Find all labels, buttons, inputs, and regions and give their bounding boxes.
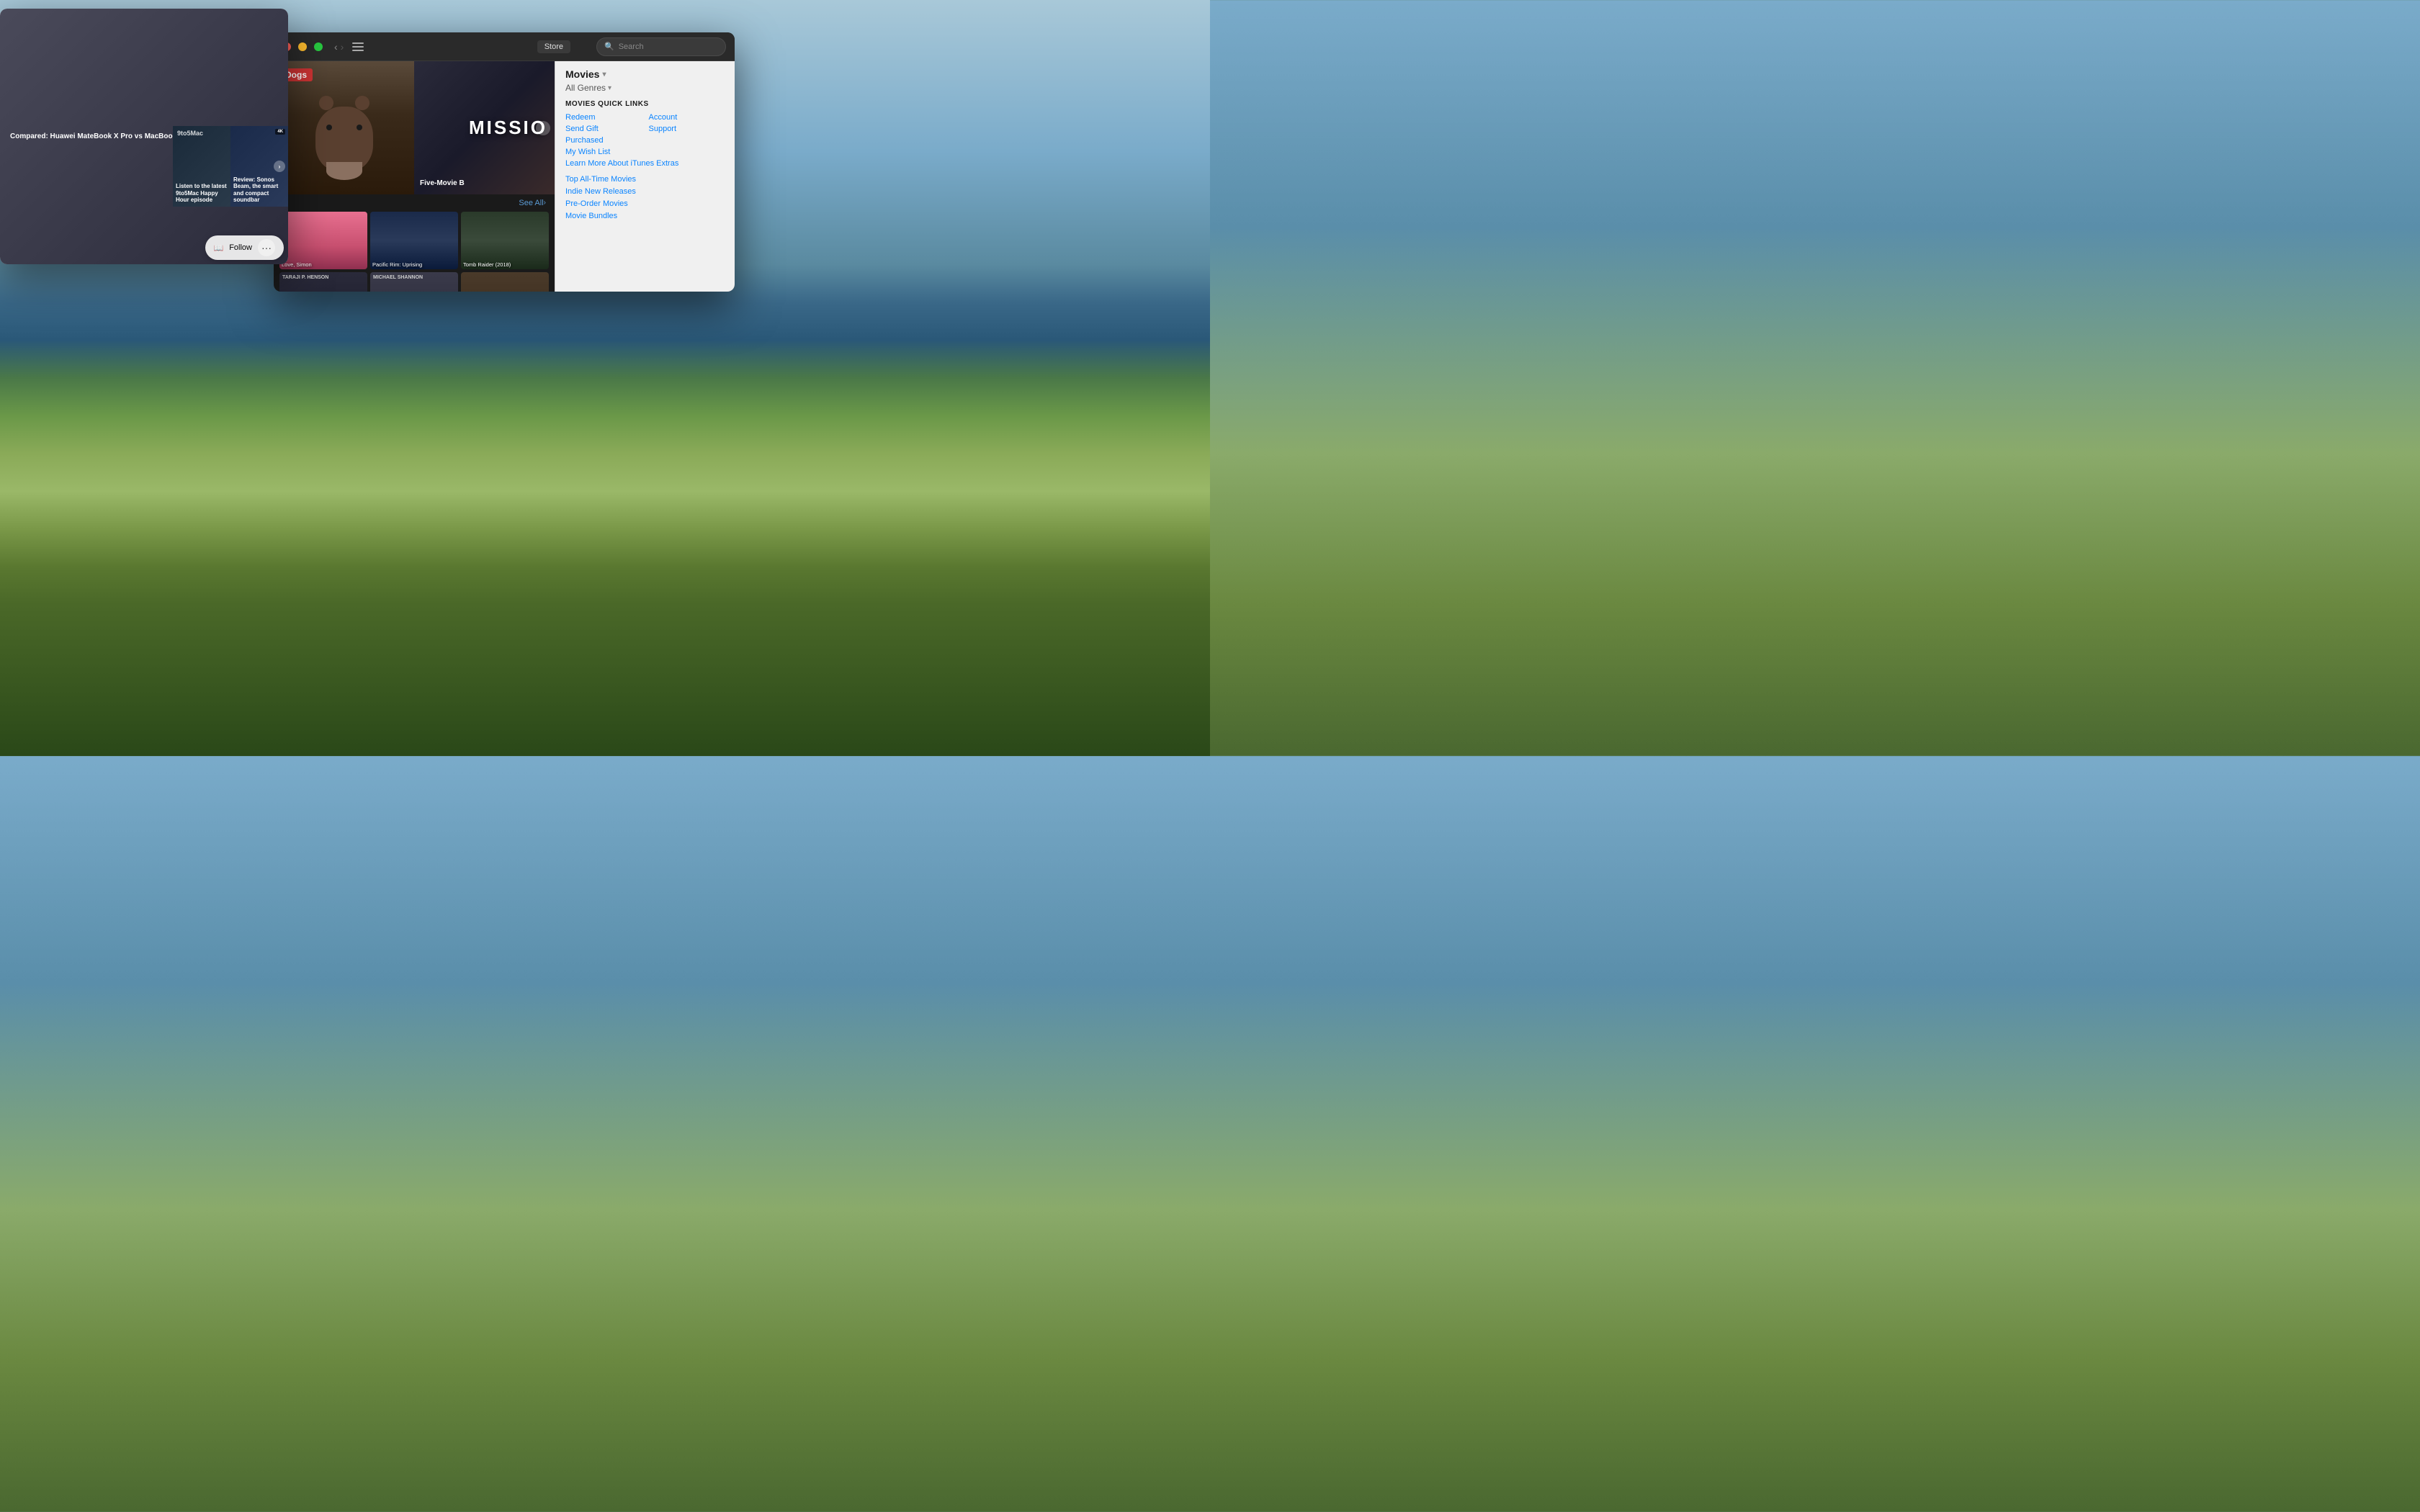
ear-right <box>355 96 369 110</box>
sonos-article: 4K Review: Sonos Beam, the smart and com… <box>230 126 288 207</box>
hamburger-line-1 <box>352 42 364 44</box>
more-links-section: Top All-Time Movies Indie New Releases P… <box>565 174 725 221</box>
purchased-link[interactable]: Purchased <box>565 135 642 145</box>
redeem-link[interactable]: Redeem <box>565 112 642 122</box>
hero-section: Apple rebuilding Maps in massive overhau… <box>0 126 288 207</box>
4k-badge: 4K <box>275 129 285 135</box>
itunes-main-area: Dogs <box>274 61 555 292</box>
quick-links-title: MOVIES QUICK LINKS <box>565 100 725 108</box>
more-options-button[interactable]: ··· <box>258 239 275 256</box>
woman-walks-poster[interactable]: MICHAEL SHANNON Woman Walks Ahead <box>370 272 458 292</box>
pacific-rim-label: Pacific Rim: Uprising <box>372 261 456 268</box>
browser-window-9to5mac: ‹ › 🔒 9to5mac.com ↺ ⬆ ⓘ 293 + ✏️ ⊞ ◈ ⊡ M… <box>0 9 288 264</box>
indie-new-releases-link[interactable]: Indie New Releases <box>565 186 725 197</box>
eye-left <box>326 125 332 130</box>
hamburger-menu-icon[interactable] <box>349 40 367 54</box>
see-all-link[interactable]: See All <box>519 199 543 207</box>
browser-content: 9TO5 Mac ▾ ▶ f 𝕏 ⊡ ◈ ⋯ 💬 $ 🔧 🔍 Guides ▾ … <box>0 71 288 233</box>
tomb-raider-label: Tomb Raider (2018) <box>463 261 547 268</box>
happy-hour-text: Listen to the latest 9to5Mac Happy Hour … <box>176 183 228 204</box>
support-link[interactable]: Support <box>649 124 725 134</box>
movie-bundles-link[interactable]: Movie Bundles <box>565 211 725 221</box>
movies-label: Movies <box>565 68 599 80</box>
my-wish-list-link[interactable]: My Wish List <box>565 147 725 157</box>
itunes-traffic-lights <box>282 42 323 51</box>
banner-next-arrow[interactable]: › <box>536 121 550 135</box>
itunes-maximize-button[interactable] <box>314 42 323 51</box>
woman-bg: MICHAEL SHANNON <box>370 272 458 292</box>
next-arrow[interactable]: › <box>274 161 285 172</box>
search-icon-itunes: 🔍 <box>604 42 614 51</box>
itunes-forward-button[interactable]: › <box>341 41 344 53</box>
bear-head <box>315 107 373 171</box>
happy-hour-article: 9to5Mac Listen to the latest 9to5Mac Hap… <box>173 126 230 207</box>
woman-text: MICHAEL SHANNON <box>370 272 458 284</box>
dogs-movie-poster: Dogs <box>274 61 414 194</box>
store-button[interactable]: Store <box>537 40 570 53</box>
extra-movie-poster[interactable] <box>461 272 549 292</box>
pacific-rim-poster[interactable]: Pacific Rim: Uprising <box>370 212 458 269</box>
itunes-back-button[interactable]: ‹ <box>334 41 338 53</box>
hidden-text: TARAJI P. HENSON <box>279 272 367 284</box>
five-movie-label: Five-Movie B <box>420 179 465 187</box>
itunes-search-bar[interactable]: 🔍 Search <box>596 37 726 56</box>
love-simon-bg <box>279 212 367 269</box>
follow-bar: 📖 Follow ··· <box>205 235 284 260</box>
tomb-raider-poster[interactable]: Tomb Raider (2018) <box>461 212 549 269</box>
love-simon-label: Love, Simon <box>282 261 365 268</box>
all-genres-dropdown[interactable]: All Genres ▾ <box>565 83 725 93</box>
hero-right: Compared: Huawei MateBook X Pro vs MacBo… <box>173 126 288 207</box>
itunes-nav-buttons: ‹ › <box>334 41 344 53</box>
hidden-figures-poster[interactable]: TARAJI P. HENSON <box>279 272 367 292</box>
itunes-minimize-button[interactable] <box>298 42 307 51</box>
hero-bottom-articles: 9to5Mac Listen to the latest 9to5Mac Hap… <box>173 126 288 207</box>
itunes-content: Dogs <box>274 61 735 292</box>
hidden-bg: TARAJI P. HENSON <box>279 272 367 292</box>
send-gift-link[interactable]: Send Gift <box>565 124 642 134</box>
mission-movie-poster: MISSIO › Five-Movie B <box>414 61 555 194</box>
movie-banner: Dogs <box>274 61 555 194</box>
follow-label[interactable]: Follow <box>229 243 252 252</box>
sonos-text: Review: Sonos Beam, the smart and compac… <box>233 176 285 204</box>
search-placeholder: Search <box>619 42 644 51</box>
movies-chevron-icon: ▾ <box>602 71 606 78</box>
spacer-empty <box>649 135 725 145</box>
movies-dropdown[interactable]: Movies ▾ <box>565 68 725 80</box>
follow-icon: 📖 <box>214 243 224 253</box>
see-all-chevron: › <box>544 199 546 207</box>
hamburger-line-2 <box>352 46 364 48</box>
see-all-bar: See All › <box>274 194 555 212</box>
movie-grid-row-1: Love, Simon Pacific Rim: Uprising Tomb R… <box>274 212 555 272</box>
love-simon-poster[interactable]: Love, Simon <box>279 212 367 269</box>
itunes-titlebar: ‹ › Store 🔍 Search <box>274 32 735 61</box>
snout <box>326 162 362 180</box>
top-all-time-link[interactable]: Top All-Time Movies <box>565 174 725 184</box>
ear-left <box>319 96 333 110</box>
itunes-window: ‹ › Store 🔍 Search Dogs <box>274 32 735 292</box>
itunes-sidebar: Movies ▾ All Genres ▾ MOVIES QUICK LINKS… <box>555 61 735 292</box>
pre-order-movies-link[interactable]: Pre-Order Movies <box>565 199 725 209</box>
hamburger-line-3 <box>352 50 364 51</box>
extra-bg <box>461 272 549 292</box>
eye-right <box>357 125 362 130</box>
9to5mac-logo-small: 9to5Mac <box>177 130 203 137</box>
account-link[interactable]: Account <box>649 112 725 122</box>
movie-grid-row-2: TARAJI P. HENSON MICHAEL SHANNON Woman W… <box>274 272 555 292</box>
dogs-visual <box>274 61 414 194</box>
quick-links-grid: Redeem Account Send Gift Support Purchas… <box>565 112 725 168</box>
all-genres-label: All Genres <box>565 83 606 93</box>
all-genres-chevron-icon: ▾ <box>608 84 611 92</box>
learn-more-itunes-extras-link[interactable]: Learn More About iTunes Extras <box>565 158 725 168</box>
